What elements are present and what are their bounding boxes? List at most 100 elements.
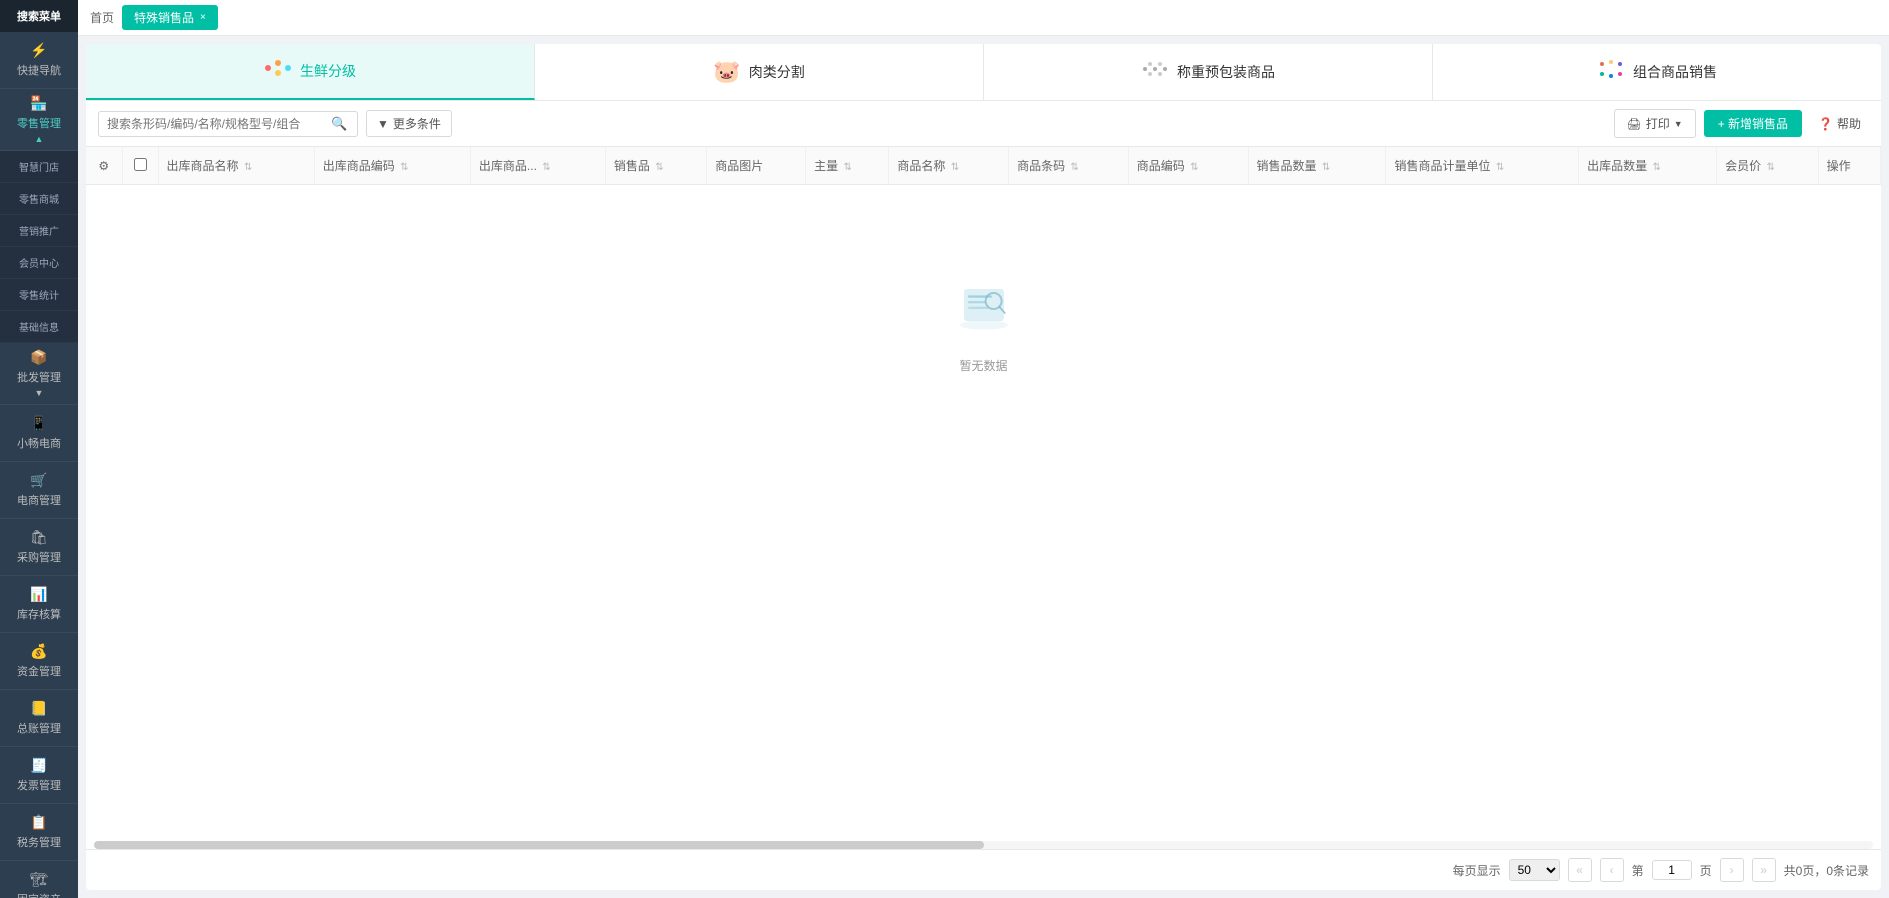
col-out-product-code[interactable]: 出库商品编码 ⇅ xyxy=(314,147,470,185)
inventory-icon: 📊 xyxy=(30,586,47,603)
assets-icon: 🏗 xyxy=(30,871,48,888)
col-product-name[interactable]: 商品名称 ⇅ xyxy=(889,147,1009,185)
sidebar-item-member-center[interactable]: 会员中心 xyxy=(0,247,78,279)
col-sales-product[interactable]: 销售品 ⇅ xyxy=(605,147,706,185)
products-table: ⚙ 出库商品名称 ⇅ 出库商品编码 ⇅ 出库商品... ⇅ xyxy=(86,147,1881,185)
print-icon: 🖨 xyxy=(1627,117,1642,131)
tax-icon: 📋 xyxy=(30,814,47,831)
col-out-product-x[interactable]: 出库商品... ⇅ xyxy=(470,147,605,185)
tab-label: 特殊销售品 xyxy=(134,9,194,26)
sort-icon: ⇅ xyxy=(951,162,959,173)
sidebar-item-label: 资金管理 xyxy=(17,663,61,679)
sidebar-item-label: 电商管理 xyxy=(17,492,61,508)
sidebar-item-basic-info[interactable]: 基础信息 xyxy=(0,311,78,343)
sidebar-item-sales-promo[interactable]: 营销推广 xyxy=(0,215,78,247)
tab-meat-split[interactable]: 🐷 肉类分割 xyxy=(535,44,984,100)
col-weight[interactable]: 主量 ⇅ xyxy=(806,147,889,185)
help-button[interactable]: ❓ 帮助 xyxy=(1810,110,1869,137)
category-tabs: 生鲜分级 🐷 肉类分割 称重预包 xyxy=(86,44,1881,101)
empty-state: 暂无数据 xyxy=(86,185,1881,454)
tab-weighed-pkg[interactable]: 称重预包装商品 xyxy=(984,44,1433,100)
search-menu-btn[interactable]: 搜索菜单 xyxy=(17,8,61,24)
first-page-btn[interactable]: « xyxy=(1568,858,1592,882)
empty-text: 暂无数据 xyxy=(959,357,1007,374)
next-page-btn[interactable]: › xyxy=(1720,858,1744,882)
weighed-pkg-icon xyxy=(1141,59,1169,85)
col-out-product-name[interactable]: 出库商品名称 ⇅ xyxy=(158,147,314,185)
select-all-checkbox[interactable] xyxy=(134,158,147,171)
print-label: 打印 xyxy=(1646,115,1670,132)
col-product-image[interactable]: 商品图片 xyxy=(707,147,806,185)
sidebar-item-ecom-mgmt[interactable]: 🛒 电商管理 xyxy=(0,462,78,519)
sidebar-item-retail-stats[interactable]: 零售统计 xyxy=(0,279,78,311)
sidebar-item-tax[interactable]: 📋 税务管理 xyxy=(0,804,78,861)
sort-icon: ⇅ xyxy=(1653,162,1661,173)
sidebar-item-general-ledger[interactable]: 📒 总账管理 xyxy=(0,690,78,747)
sidebar-item-retail-mall[interactable]: 零售商城 xyxy=(0,183,78,215)
sidebar-item-quick-nav[interactable]: ⚡ 快捷导航 xyxy=(0,32,78,89)
meat-split-icon: 🐷 xyxy=(713,59,740,85)
page-unit: 页 xyxy=(1700,862,1712,879)
col-checkbox[interactable] xyxy=(122,147,158,185)
sidebar-item-retail-mgmt[interactable]: 🏪 零售管理 ▲ xyxy=(0,89,78,151)
tab-fresh-grade[interactable]: 生鲜分级 xyxy=(86,44,535,100)
wholesale-icon: 📦 xyxy=(30,349,47,366)
ledger-icon: 📒 xyxy=(30,700,47,717)
col-sales-unit[interactable]: 销售商品计量单位 ⇅ xyxy=(1386,147,1579,185)
add-product-button[interactable]: + 新增销售品 xyxy=(1704,110,1802,137)
col-sales-qty[interactable]: 销售品数量 ⇅ xyxy=(1248,147,1386,185)
sidebar-item-wholesale[interactable]: 📦 批发管理 ▼ xyxy=(0,343,78,405)
sidebar-item-label: 发票管理 xyxy=(17,777,61,793)
sidebar-item-fixed-assets[interactable]: 🏗 固定资产 xyxy=(0,861,78,898)
sort-icon: ⇅ xyxy=(1322,162,1330,173)
print-button[interactable]: 🖨 打印 ▼ xyxy=(1614,109,1696,138)
tab-meat-split-label: 肉类分割 xyxy=(749,62,805,82)
ecom-mgmt-icon: 🛒 xyxy=(30,472,47,489)
tab-close-btn[interactable]: × xyxy=(200,12,206,23)
finance-icon: 💰 xyxy=(30,643,47,660)
page-input[interactable] xyxy=(1652,860,1692,880)
sidebar-item-label: 零售管理 xyxy=(17,115,61,131)
prev-page-btn[interactable]: ‹ xyxy=(1600,858,1624,882)
col-product-code[interactable]: 商品编码 ⇅ xyxy=(1128,147,1248,185)
tab-combo-label: 组合商品销售 xyxy=(1633,62,1717,82)
sidebar: 搜索菜单 ⚡ 快捷导航 🏪 零售管理 ▲ 智慧门店 零售商城 营销推广 会员中心… xyxy=(0,0,78,898)
sort-icon: ⇅ xyxy=(542,162,550,173)
add-label: + 新增销售品 xyxy=(1718,115,1788,132)
last-page-btn[interactable]: » xyxy=(1752,858,1776,882)
active-tab[interactable]: 特殊销售品 × xyxy=(122,5,218,30)
sidebar-item-label: 采购管理 xyxy=(17,549,61,565)
purchase-icon: 🛍 xyxy=(30,529,48,546)
tab-fresh-grade-label: 生鲜分级 xyxy=(300,61,356,81)
fresh-grade-icon xyxy=(264,58,292,84)
col-out-qty[interactable]: 出库品数量 ⇅ xyxy=(1579,147,1717,185)
sidebar-item-label: 小畅电商 xyxy=(17,435,61,451)
toolbar-right: 🖨 打印 ▼ + 新增销售品 ❓ 帮助 xyxy=(1614,109,1869,138)
sidebar-item-label: 批发管理 xyxy=(17,369,61,385)
sidebar-item-mini-ecom[interactable]: 📱 小畅电商 xyxy=(0,405,78,462)
search-icon: 🔍 xyxy=(331,116,347,132)
col-member-price[interactable]: 会员价 ⇅ xyxy=(1717,147,1818,185)
tab-combo-sales[interactable]: 组合商品销售 xyxy=(1433,44,1881,100)
scroll-thumb[interactable] xyxy=(94,841,984,849)
sidebar-item-label: 固定资产 xyxy=(17,891,61,898)
home-link[interactable]: 首页 xyxy=(90,9,114,26)
search-box[interactable]: 🔍 xyxy=(98,111,358,137)
sidebar-item-finance[interactable]: 💰 资金管理 xyxy=(0,633,78,690)
filter-label: 更多条件 xyxy=(393,115,441,132)
sort-icon: ⇅ xyxy=(1190,162,1198,173)
sidebar-item-invoice[interactable]: 🧾 发票管理 xyxy=(0,747,78,804)
filter-button[interactable]: ▼ 更多条件 xyxy=(366,110,452,137)
collapse-icon: ▼ xyxy=(35,388,44,398)
total-info: 共0页，0条记录 xyxy=(1784,862,1869,879)
sidebar-item-purchase[interactable]: 🛍 采购管理 xyxy=(0,519,78,576)
search-input[interactable] xyxy=(107,117,327,131)
retail-mgmt-icon: 🏪 xyxy=(30,95,47,112)
sidebar-logo: 搜索菜单 xyxy=(0,0,78,32)
col-barcode[interactable]: 商品条码 ⇅ xyxy=(1009,147,1129,185)
horizontal-scrollbar[interactable] xyxy=(94,841,1873,849)
per-page-select[interactable]: 50 10 20 100 xyxy=(1509,859,1560,881)
sidebar-item-inventory[interactable]: 📊 库存核算 xyxy=(0,576,78,633)
sidebar-item-smart-store[interactable]: 智慧门店 xyxy=(0,151,78,183)
col-settings[interactable]: ⚙ xyxy=(86,147,122,185)
